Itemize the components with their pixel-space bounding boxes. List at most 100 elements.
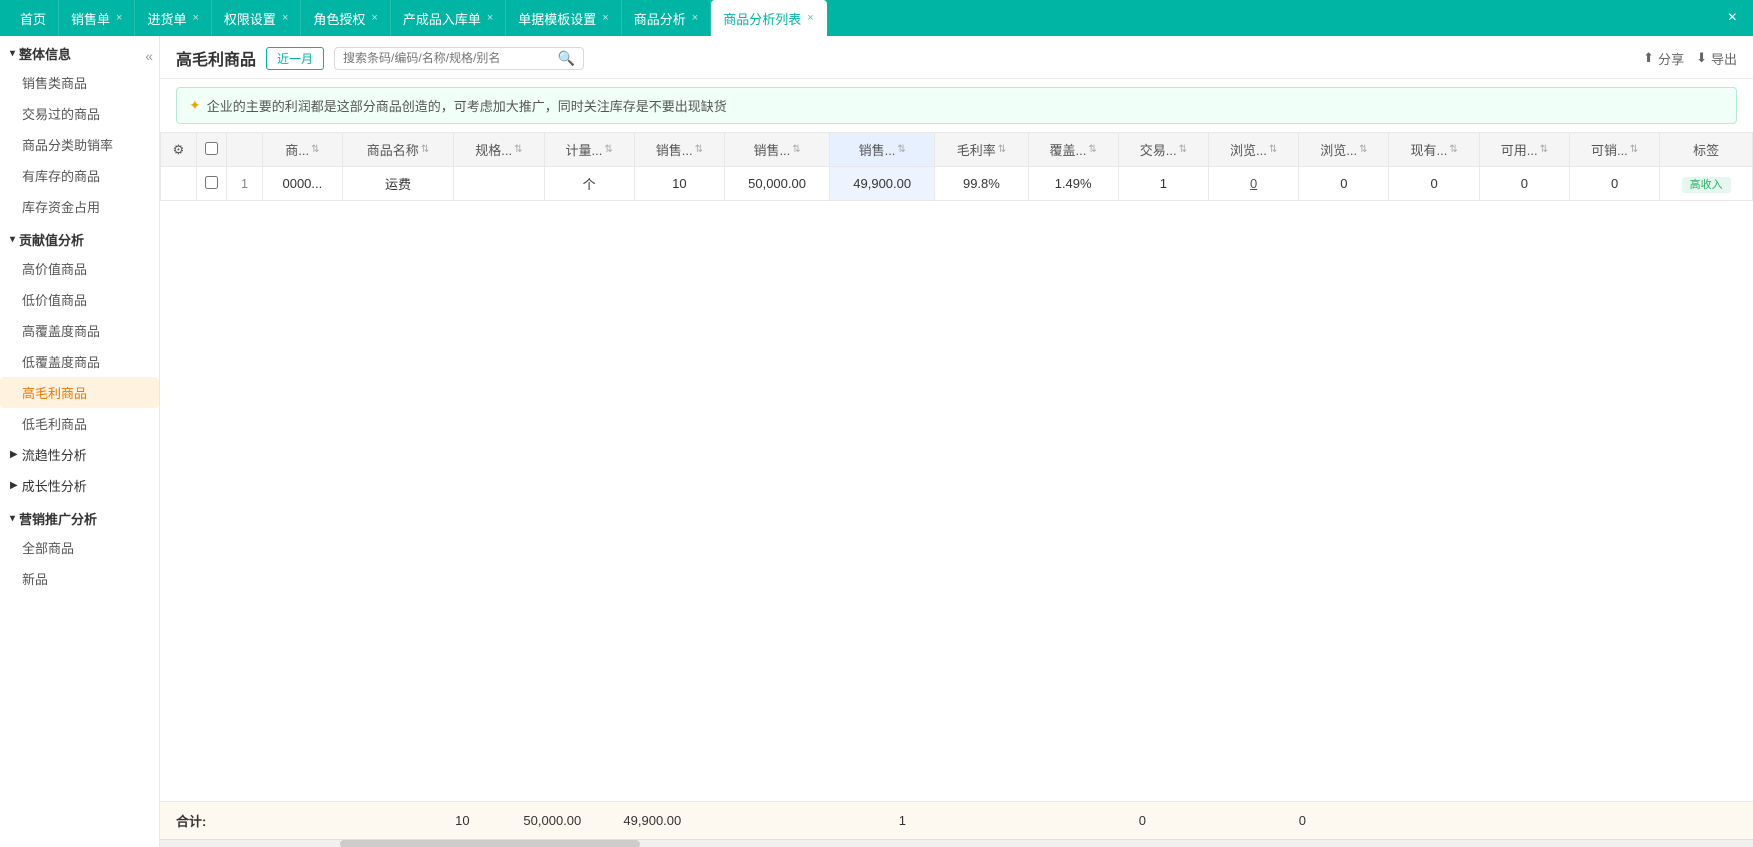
- sidebar-item-stock-capital[interactable]: 库存资金占用: [0, 191, 159, 222]
- row-select-checkbox[interactable]: [205, 176, 218, 189]
- search-icon[interactable]: 🔍: [558, 50, 575, 67]
- sidebar-item-low-coverage[interactable]: 低覆盖度商品: [0, 346, 159, 377]
- col-trade[interactable]: 交易... ⇅: [1118, 133, 1208, 167]
- sidebar-group-overall[interactable]: ▾ 整体信息: [0, 36, 159, 67]
- col-stock-avail[interactable]: 可用... ⇅: [1479, 133, 1569, 167]
- scrollbar-thumb[interactable]: [340, 840, 640, 847]
- sort-spec-icon: ⇅: [514, 144, 522, 155]
- nav-purchase[interactable]: 进货单 ×: [135, 0, 211, 36]
- row-browse1[interactable]: 0: [1209, 167, 1299, 201]
- close-sales-tab[interactable]: ×: [116, 12, 122, 24]
- nav-home[interactable]: 首页: [8, 0, 59, 36]
- sidebar-group-trend[interactable]: ▶ 流趋性分析: [0, 439, 159, 470]
- sort-code-icon: ⇅: [311, 144, 319, 155]
- col-browse1[interactable]: 浏览... ⇅: [1209, 133, 1299, 167]
- sidebar-item-all-goods[interactable]: 全部商品: [0, 532, 159, 563]
- sidebar-item-sales-goods[interactable]: 销售类商品: [0, 67, 159, 98]
- footer-sales-qty: 10: [422, 813, 502, 828]
- data-table: ⚙ 商... ⇅: [160, 132, 1753, 201]
- sidebar-item-low-value[interactable]: 低价值商品: [0, 284, 159, 315]
- sidebar-group-contribution[interactable]: ▾ 贡献值分析: [0, 222, 159, 253]
- col-unit[interactable]: 计量... ⇅: [544, 133, 634, 167]
- col-stock-now[interactable]: 现有... ⇅: [1389, 133, 1479, 167]
- sort-gross-rate-icon: ⇅: [998, 144, 1006, 155]
- sidebar: « ▾ 整体信息 销售类商品 交易过的商品 商品分类助销率 有库存的商品 库存资…: [0, 36, 160, 847]
- sidebar-item-low-margin[interactable]: 低毛利商品: [0, 408, 159, 439]
- table-wrapper[interactable]: ⚙ 商... ⇅: [160, 132, 1753, 801]
- col-sales-amount[interactable]: 销售... ⇅: [724, 133, 829, 167]
- info-banner-text: 企业的主要的利润都是这部分商品创造的，可考虑加大推广，同时关注库存是不要出现缺货: [207, 96, 727, 115]
- table-row: 1 0000... 运费 个 10 50,000.00 49,900.00 99…: [161, 167, 1753, 201]
- close-analysis-tab[interactable]: ×: [692, 12, 698, 24]
- window-close-button[interactable]: ×: [1720, 9, 1745, 27]
- col-code[interactable]: 商... ⇅: [263, 133, 343, 167]
- sidebar-item-high-value[interactable]: 高价值商品: [0, 253, 159, 284]
- row-settings: [161, 167, 197, 201]
- search-box: 🔍: [334, 47, 584, 70]
- footer-stock-avail-spacer: [1182, 813, 1262, 828]
- sidebar-item-high-coverage[interactable]: 高覆盖度商品: [0, 315, 159, 346]
- export-button[interactable]: ⬇ 导出: [1696, 49, 1737, 68]
- content-area: 高毛利商品 近一月 🔍 ⬆ 分享 ⬇ 导出 ✦ 企业的主要的利润都是这部分商品创…: [160, 36, 1753, 847]
- nav-template[interactable]: 单据模板设置 ×: [506, 0, 621, 36]
- close-permission-tab[interactable]: ×: [282, 12, 288, 24]
- footer-stock-sell: 0: [1262, 813, 1342, 828]
- col-spec[interactable]: 规格... ⇅: [454, 133, 544, 167]
- sidebar-collapse-button[interactable]: «: [139, 44, 159, 68]
- info-icon: ✦: [189, 97, 201, 114]
- close-role-tab[interactable]: ×: [371, 12, 377, 24]
- sidebar-item-new-goods[interactable]: 新品: [0, 563, 159, 594]
- row-tag: 高收入: [1660, 167, 1753, 201]
- col-sales-qty[interactable]: 销售... ⇅: [634, 133, 724, 167]
- row-sales-amount: 50,000.00: [724, 167, 829, 201]
- close-analysis-list-tab[interactable]: ×: [807, 12, 813, 24]
- nav-analysis[interactable]: 商品分析 ×: [622, 0, 711, 36]
- close-template-tab[interactable]: ×: [602, 12, 608, 24]
- browse1-link[interactable]: 0: [1250, 176, 1257, 191]
- sort-trade-icon: ⇅: [1179, 144, 1187, 155]
- col-tag: 标签: [1660, 133, 1753, 167]
- sidebar-group-growth[interactable]: ▶ 成长性分析: [0, 470, 159, 501]
- row-checkbox[interactable]: [197, 167, 227, 201]
- share-icon: ⬆: [1643, 50, 1654, 66]
- col-settings[interactable]: ⚙: [161, 133, 197, 167]
- close-purchase-tab[interactable]: ×: [192, 12, 198, 24]
- close-product-stock-tab[interactable]: ×: [487, 12, 493, 24]
- col-checkbox[interactable]: [197, 133, 227, 167]
- sidebar-item-high-margin[interactable]: 高毛利商品: [0, 377, 159, 408]
- sort-browse2-icon: ⇅: [1359, 144, 1367, 155]
- share-button[interactable]: ⬆ 分享: [1643, 49, 1684, 68]
- nav-permission[interactable]: 权限设置 ×: [212, 0, 301, 36]
- horizontal-scrollbar[interactable]: [160, 839, 1753, 847]
- sidebar-item-traded-goods[interactable]: 交易过的商品: [0, 98, 159, 129]
- export-icon: ⬇: [1696, 50, 1707, 66]
- nav-sales[interactable]: 销售单 ×: [59, 0, 135, 36]
- date-filter-button[interactable]: 近一月: [266, 47, 324, 70]
- header-actions: ⬆ 分享 ⬇ 导出: [1643, 49, 1737, 68]
- nav-role[interactable]: 角色授权 ×: [301, 0, 390, 36]
- col-name[interactable]: 商品名称 ⇅: [342, 133, 454, 167]
- sort-unit-icon: ⇅: [604, 144, 612, 155]
- row-gross-rate: 99.8%: [935, 167, 1028, 201]
- sidebar-group-marketing[interactable]: ▾ 营销推广分析: [0, 501, 159, 532]
- col-sales-cost[interactable]: 销售... ⇅: [830, 133, 935, 167]
- select-all-checkbox[interactable]: [205, 142, 218, 155]
- sort-stock-avail-icon: ⇅: [1540, 144, 1548, 155]
- sidebar-item-in-stock[interactable]: 有库存的商品: [0, 160, 159, 191]
- nav-product-stock[interactable]: 产成品入库单 ×: [391, 0, 506, 36]
- search-input[interactable]: [343, 51, 558, 65]
- table-footer: 合计: 10 50,000.00 49,900.00 1 0 0: [160, 801, 1753, 839]
- col-coverage[interactable]: 覆盖... ⇅: [1028, 133, 1118, 167]
- col-browse2[interactable]: 浏览... ⇅: [1299, 133, 1389, 167]
- sidebar-item-category-rate[interactable]: 商品分类助销率: [0, 129, 159, 160]
- main-layout: « ▾ 整体信息 销售类商品 交易过的商品 商品分类助销率 有库存的商品 库存资…: [0, 36, 1753, 847]
- sort-coverage-icon: ⇅: [1088, 144, 1096, 155]
- row-sales-cost: 49,900.00: [830, 167, 935, 201]
- col-gross-rate[interactable]: 毛利率 ⇅: [935, 133, 1028, 167]
- col-stock-sell[interactable]: 可销... ⇅: [1569, 133, 1659, 167]
- footer-browse1-spacer: [942, 813, 1022, 828]
- nav-analysis-list[interactable]: 商品分析列表 ×: [711, 0, 826, 36]
- footer-stock-now: 0: [1102, 813, 1182, 828]
- sort-sales-cost-icon: ⇅: [897, 144, 905, 155]
- arrow-growth: ▶: [10, 480, 18, 491]
